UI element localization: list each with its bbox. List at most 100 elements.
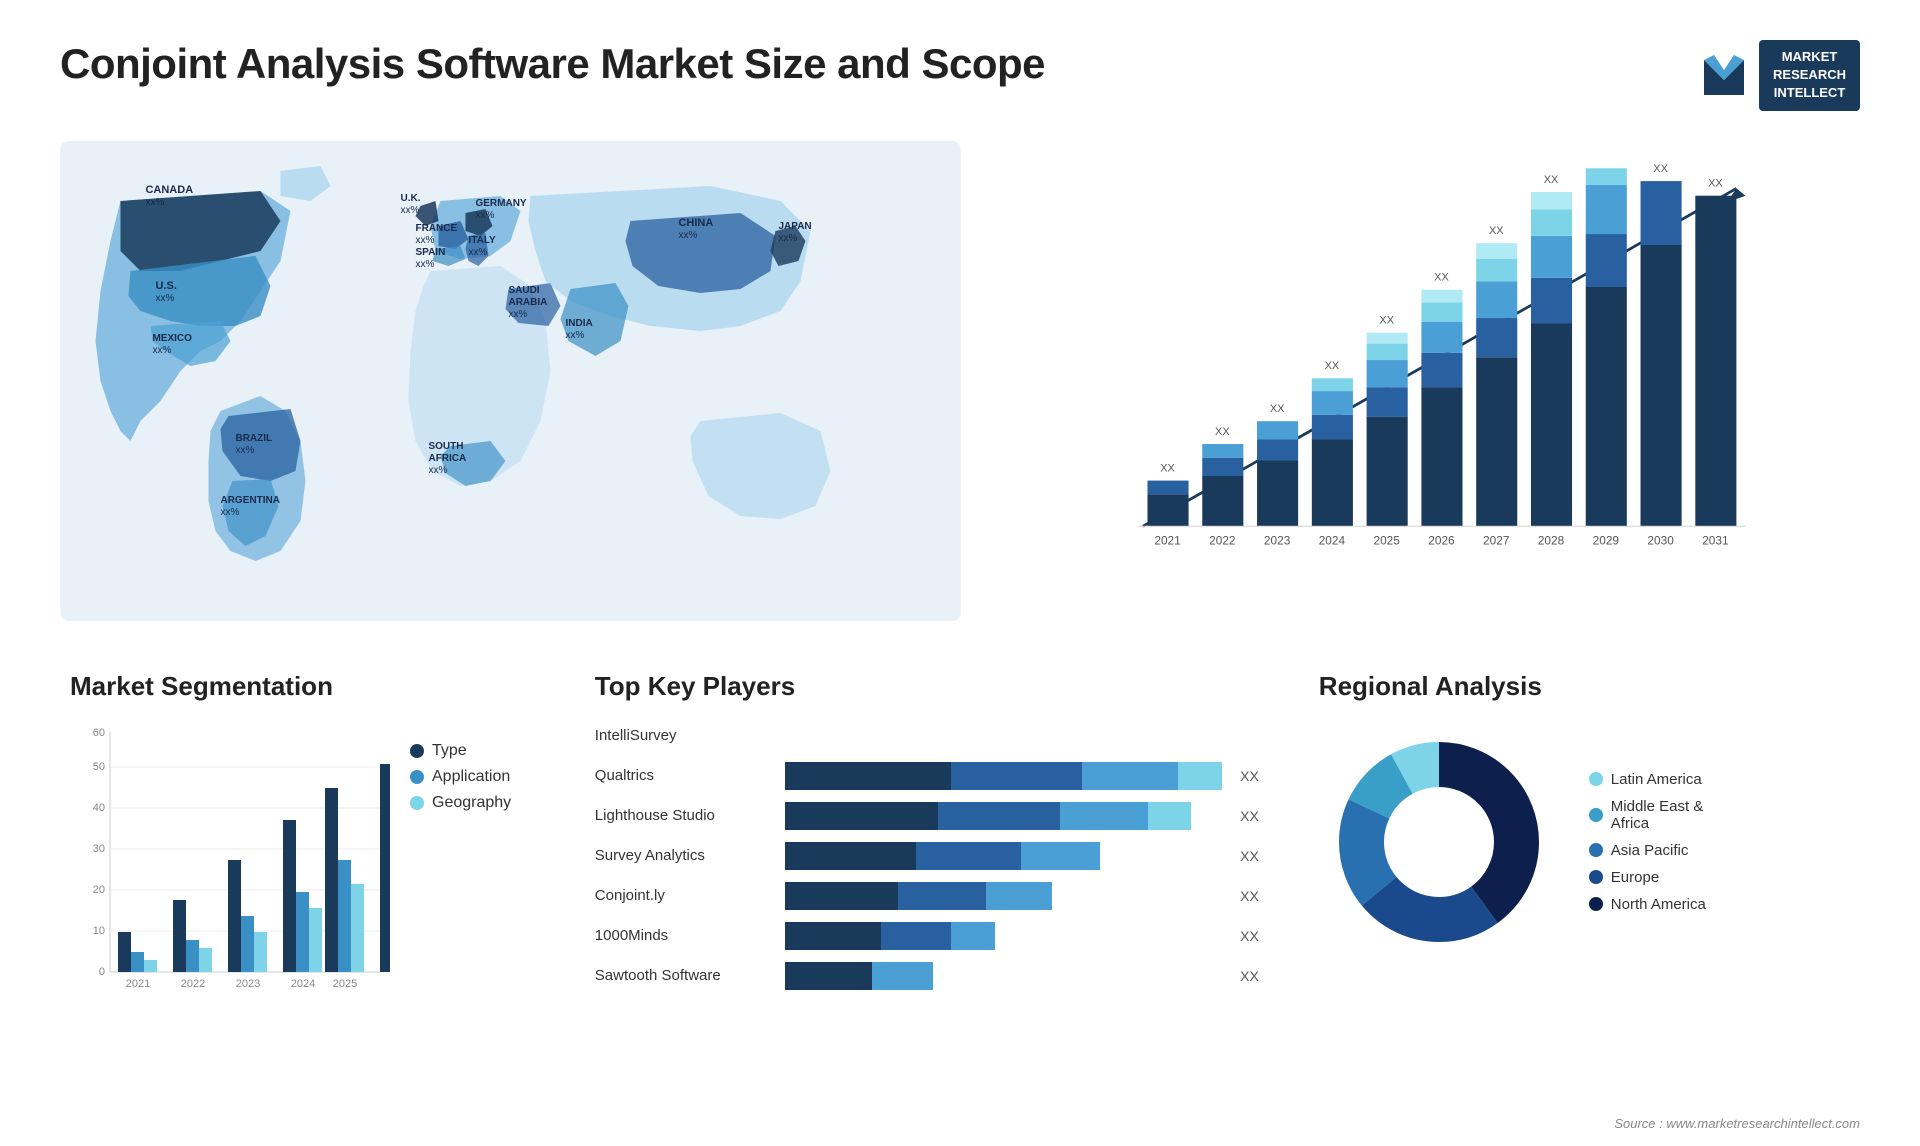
header: Conjoint Analysis Software Market Size a… bbox=[60, 40, 1860, 111]
svg-text:2025: 2025 bbox=[1373, 533, 1400, 547]
survey-analytics-label: XX bbox=[1240, 848, 1259, 864]
type-label: Type bbox=[432, 742, 467, 760]
segmentation-legend: Type Application Geography bbox=[410, 742, 511, 820]
players-title: Top Key Players bbox=[595, 671, 1259, 702]
svg-text:INDIA: INDIA bbox=[565, 318, 592, 329]
lighthouse-seg2 bbox=[938, 802, 1060, 830]
legend-type: Type bbox=[410, 742, 511, 760]
player-survey-analytics: Survey Analytics XX bbox=[595, 842, 1259, 870]
svg-text:xx%: xx% bbox=[155, 293, 174, 304]
asia-pacific-color bbox=[1589, 843, 1603, 857]
svg-text:XX: XX bbox=[1379, 314, 1394, 326]
svg-text:GERMANY: GERMANY bbox=[475, 198, 526, 209]
svg-text:20: 20 bbox=[93, 884, 105, 896]
svg-text:2026: 2026 bbox=[1428, 533, 1455, 547]
bar-chart-section: XX XX XX XX bbox=[1001, 141, 1860, 621]
segmentation-section: Market Segmentation 0 10 20 30 40 50 60 bbox=[60, 661, 545, 1081]
svg-text:2022: 2022 bbox=[1209, 533, 1235, 547]
svg-text:xx%: xx% bbox=[778, 233, 797, 244]
svg-text:2021: 2021 bbox=[126, 978, 150, 990]
qualtrics-bar bbox=[785, 762, 1222, 790]
svg-text:2022: 2022 bbox=[181, 978, 205, 990]
logo-icon bbox=[1699, 50, 1749, 100]
svg-text:SOUTH: SOUTH bbox=[428, 441, 463, 452]
svg-text:XX: XX bbox=[1434, 271, 1449, 283]
player-conjointly: Conjoint.ly XX bbox=[595, 882, 1259, 910]
application-label: Application bbox=[432, 768, 510, 786]
qualtrics-name: Qualtrics bbox=[595, 767, 775, 784]
svg-text:2029: 2029 bbox=[1593, 533, 1620, 547]
north-america-label: North America bbox=[1611, 896, 1706, 913]
page-container: Conjoint Analysis Software Market Size a… bbox=[0, 0, 1920, 1146]
regional-container: Latin America Middle East &Africa Asia P… bbox=[1319, 722, 1850, 962]
lighthouse-seg1 bbox=[785, 802, 938, 830]
1000minds-seg2 bbox=[881, 922, 951, 950]
logo-container: MARKET RESEARCH INTELLECT bbox=[1699, 40, 1860, 111]
asia-pacific-label: Asia Pacific bbox=[1611, 842, 1689, 859]
svg-text:MEXICO: MEXICO bbox=[152, 333, 192, 344]
europe-label: Europe bbox=[1611, 869, 1659, 886]
svg-text:2023: 2023 bbox=[236, 978, 260, 990]
svg-text:XX: XX bbox=[1325, 360, 1340, 372]
svg-text:XX: XX bbox=[1215, 425, 1230, 437]
svg-text:2030: 2030 bbox=[1647, 533, 1674, 547]
svg-text:U.K.: U.K. bbox=[400, 193, 420, 204]
lighthouse-seg3 bbox=[1060, 802, 1147, 830]
svg-text:xx%: xx% bbox=[508, 309, 527, 320]
europe-color bbox=[1589, 870, 1603, 884]
1000minds-seg3 bbox=[951, 922, 995, 950]
svg-text:xx%: xx% bbox=[468, 247, 487, 258]
svg-text:CANADA: CANADA bbox=[145, 184, 193, 196]
svg-text:XX: XX bbox=[1270, 403, 1285, 415]
lighthouse-name: Lighthouse Studio bbox=[595, 807, 775, 824]
intellisurvey-bar bbox=[785, 722, 1259, 750]
qualtrics-seg2 bbox=[951, 762, 1082, 790]
north-america-color bbox=[1589, 897, 1603, 911]
latin-america-item: Latin America bbox=[1589, 771, 1706, 788]
conjointly-bar bbox=[785, 882, 1222, 910]
legend-geography: Geography bbox=[410, 794, 511, 812]
growth-chart-svg: XX XX XX XX bbox=[1021, 161, 1840, 581]
latin-america-color bbox=[1589, 772, 1603, 786]
svg-text:2028: 2028 bbox=[1538, 533, 1565, 547]
type-dot bbox=[410, 744, 424, 758]
conjointly-seg1 bbox=[785, 882, 899, 910]
players-section: Top Key Players IntelliSurvey Qualtrics … bbox=[585, 661, 1269, 1081]
world-map-svg: CANADA xx% U.S. xx% MEXICO xx% BRAZIL xx… bbox=[60, 141, 961, 621]
bottom-section: Market Segmentation 0 10 20 30 40 50 60 bbox=[60, 661, 1860, 1081]
svg-text:XX: XX bbox=[1653, 163, 1668, 175]
svg-text:AFRICA: AFRICA bbox=[428, 453, 466, 464]
qualtrics-seg3 bbox=[1082, 762, 1178, 790]
conjointly-seg3 bbox=[986, 882, 1052, 910]
latin-america-label: Latin America bbox=[1611, 771, 1702, 788]
svg-text:xx%: xx% bbox=[475, 210, 494, 221]
svg-text:50: 50 bbox=[93, 761, 105, 773]
svg-text:BRAZIL: BRAZIL bbox=[235, 433, 272, 444]
svg-text:2025: 2025 bbox=[333, 978, 357, 990]
svg-text:xx%: xx% bbox=[220, 507, 239, 518]
svg-text:U.S.: U.S. bbox=[155, 280, 176, 292]
svg-text:SAUDI: SAUDI bbox=[508, 285, 539, 296]
qualtrics-label: XX bbox=[1240, 768, 1259, 784]
svg-text:xx%: xx% bbox=[415, 235, 434, 246]
svg-text:FRANCE: FRANCE bbox=[415, 223, 457, 234]
svg-text:CHINA: CHINA bbox=[678, 217, 713, 229]
application-dot bbox=[410, 770, 424, 784]
conjointly-label: XX bbox=[1240, 888, 1259, 904]
svg-text:xx%: xx% bbox=[152, 345, 171, 356]
sawtooth-bar bbox=[785, 962, 1222, 990]
middle-east-label: Middle East &Africa bbox=[1611, 798, 1704, 832]
middle-east-item: Middle East &Africa bbox=[1589, 798, 1706, 832]
survey-analytics-bar bbox=[785, 842, 1222, 870]
source-text: Source : www.marketresearchintellect.com bbox=[1614, 1116, 1860, 1131]
svg-text:40: 40 bbox=[93, 802, 105, 814]
svg-text:XX: XX bbox=[1708, 177, 1723, 189]
europe-item: Europe bbox=[1589, 869, 1706, 886]
svg-text:10: 10 bbox=[93, 925, 105, 937]
1000minds-name: 1000Minds bbox=[595, 927, 775, 944]
qualtrics-seg1 bbox=[785, 762, 951, 790]
segmentation-title: Market Segmentation bbox=[70, 671, 535, 702]
donut-chart-svg bbox=[1319, 722, 1559, 962]
svg-text:ARGENTINA: ARGENTINA bbox=[220, 495, 279, 506]
svg-text:2031: 2031 bbox=[1702, 533, 1729, 547]
